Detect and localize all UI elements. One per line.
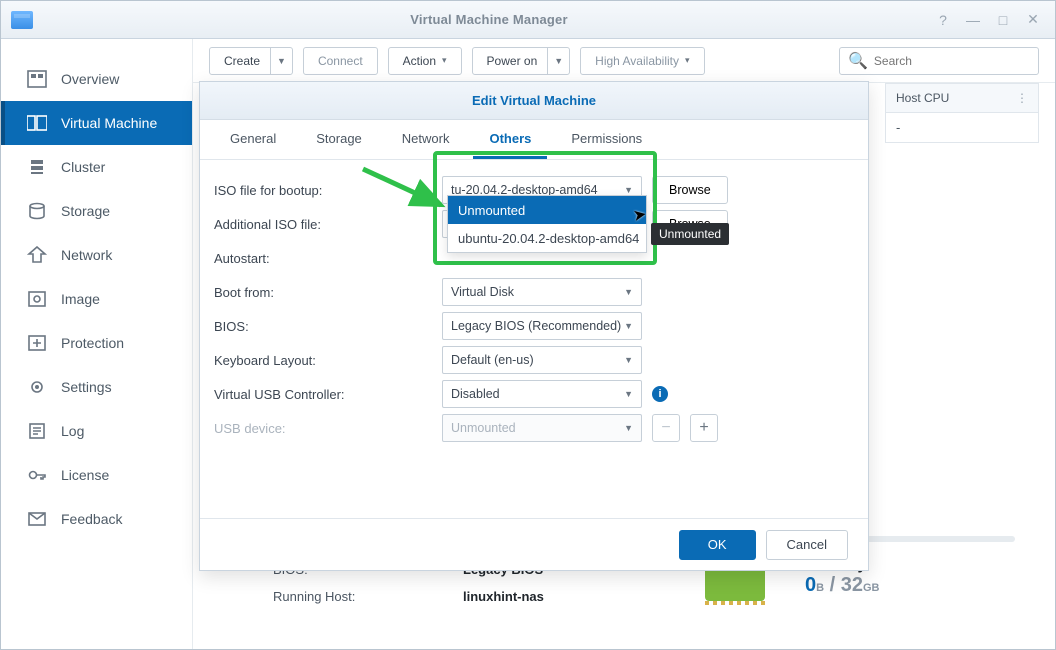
edit-vm-modal: Edit Virtual Machine General Storage Net… bbox=[199, 81, 869, 571]
tab-permissions[interactable]: Permissions bbox=[555, 121, 658, 159]
chevron-down-icon: ▼ bbox=[624, 185, 633, 195]
dropdown-option-unmounted[interactable]: Unmounted bbox=[448, 196, 646, 224]
bootfrom-select-value: Virtual Disk bbox=[451, 285, 514, 299]
bios-select[interactable]: Legacy BIOS (Recommended) ▼ bbox=[442, 312, 642, 340]
keyboard-select[interactable]: Default (en-us) ▼ bbox=[442, 346, 642, 374]
tooltip: Unmounted bbox=[651, 223, 729, 245]
chevron-down-icon: ▼ bbox=[624, 423, 633, 433]
bootfrom-select[interactable]: Virtual Disk ▼ bbox=[442, 278, 642, 306]
usb-add-button[interactable]: + bbox=[690, 414, 718, 442]
chevron-down-icon: ▼ bbox=[624, 321, 633, 331]
tab-general[interactable]: General bbox=[214, 121, 292, 159]
keyboard-label: Keyboard Layout: bbox=[214, 353, 442, 368]
addiso-label: Additional ISO file: bbox=[214, 217, 442, 232]
close-icon[interactable]: ✕ bbox=[1025, 12, 1041, 28]
usbctrl-select-value: Disabled bbox=[451, 387, 500, 401]
modal-title: Edit Virtual Machine bbox=[200, 82, 868, 120]
minimize-icon[interactable]: — bbox=[965, 12, 981, 28]
tab-network[interactable]: Network bbox=[386, 121, 466, 159]
window-title: Virtual Machine Manager bbox=[43, 12, 935, 27]
titlebar: Virtual Machine Manager ? — □ ✕ bbox=[1, 1, 1055, 39]
tab-storage[interactable]: Storage bbox=[300, 121, 378, 159]
tab-others[interactable]: Others bbox=[473, 121, 547, 159]
modal-footer: OK Cancel bbox=[200, 518, 868, 570]
bios-select-value: Legacy BIOS (Recommended) bbox=[451, 319, 621, 333]
dropdown-option-ubuntu[interactable]: ubuntu-20.04.2-desktop-amd64 bbox=[448, 224, 646, 252]
cancel-button[interactable]: Cancel bbox=[766, 530, 848, 560]
chevron-down-icon: ▼ bbox=[624, 287, 633, 297]
help-icon[interactable]: ? bbox=[935, 12, 951, 28]
iso-label: ISO file for bootup: bbox=[214, 183, 442, 198]
modal-tabs: General Storage Network Others Permissio… bbox=[200, 120, 868, 160]
autostart-label: Autostart: bbox=[214, 251, 442, 266]
maximize-icon[interactable]: □ bbox=[995, 12, 1011, 28]
chevron-down-icon: ▼ bbox=[624, 389, 633, 399]
ok-button[interactable]: OK bbox=[679, 530, 756, 560]
keyboard-select-value: Default (en-us) bbox=[451, 353, 534, 367]
bios-label: BIOS: bbox=[214, 319, 442, 334]
usbdev-select-value: Unmounted bbox=[451, 421, 516, 435]
usbdev-select: Unmounted ▼ bbox=[442, 414, 642, 442]
usb-remove-button: − bbox=[652, 414, 680, 442]
iso-browse-button[interactable]: Browse bbox=[652, 176, 728, 204]
usbctrl-select[interactable]: Disabled ▼ bbox=[442, 380, 642, 408]
bootfrom-label: Boot from: bbox=[214, 285, 442, 300]
app-icon bbox=[11, 11, 33, 29]
usbctrl-label: Virtual USB Controller: bbox=[214, 387, 442, 402]
usbdev-label: USB device: bbox=[214, 421, 442, 436]
iso-dropdown: Unmounted ubuntu-20.04.2-desktop-amd64 bbox=[447, 195, 647, 253]
info-icon[interactable]: i bbox=[652, 386, 668, 402]
chevron-down-icon: ▼ bbox=[624, 355, 633, 365]
